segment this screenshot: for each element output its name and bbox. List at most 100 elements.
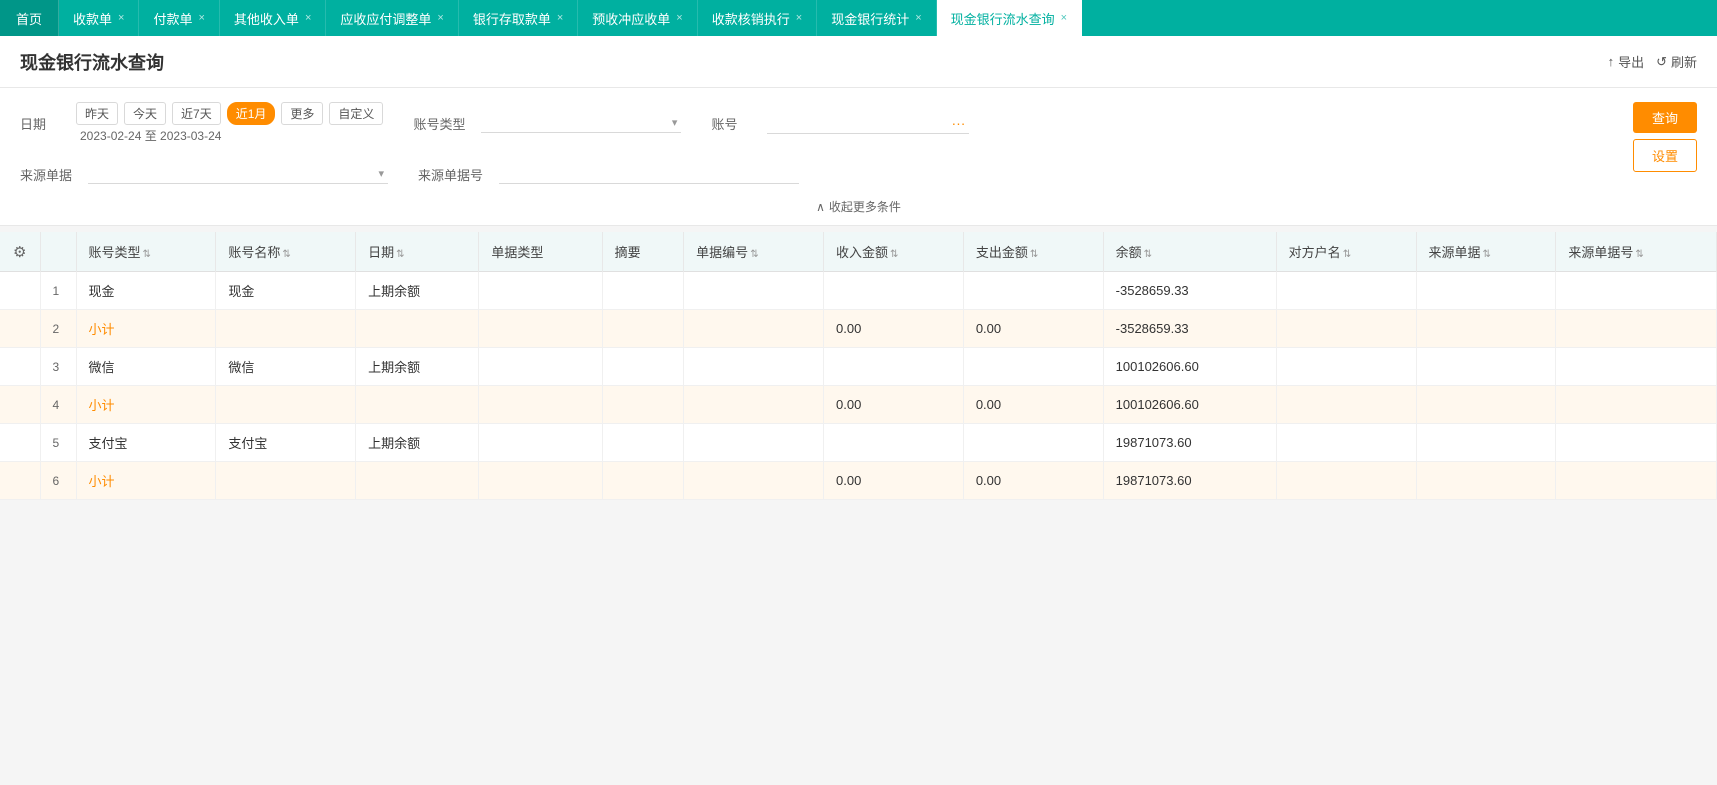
col-account-type-header[interactable]: 账号类型⇅ xyxy=(76,232,216,272)
tab-writeoff[interactable]: 收款核销执行 × xyxy=(698,0,817,36)
tab-bank-deposit[interactable]: 银行存取款单 × xyxy=(459,0,578,36)
income-cell: 0.00 xyxy=(824,310,964,348)
account-type-select[interactable]: 现金 微信 支付宝 xyxy=(481,113,681,132)
account-type-cell: 现金 xyxy=(76,272,216,310)
col-date-header[interactable]: 日期⇅ xyxy=(356,232,479,272)
expense-cell xyxy=(963,272,1103,310)
index-cell: 6 xyxy=(40,462,76,500)
date-more[interactable]: 更多 xyxy=(281,102,323,125)
tab-advance[interactable]: 预收冲应收单 × xyxy=(578,0,697,36)
col-doc-type-header[interactable]: 单据类型 xyxy=(479,232,602,272)
source-doc-cell xyxy=(1416,386,1556,424)
account-name-cell xyxy=(216,386,356,424)
sort-icon: ⇅ xyxy=(1343,249,1351,260)
tab-other-income[interactable]: 其他收入单 × xyxy=(220,0,326,36)
close-icon[interactable]: × xyxy=(1061,12,1067,24)
sort-icon: ⇅ xyxy=(143,249,151,260)
chevron-up-icon: ∧ xyxy=(816,200,825,214)
table-row: 5支付宝支付宝上期余额19871073.60 xyxy=(0,424,1717,462)
close-icon[interactable]: × xyxy=(437,12,443,24)
export-button[interactable]: ↑ 导出 xyxy=(1608,52,1645,71)
source-doc-cell xyxy=(1416,272,1556,310)
index-cell: 4 xyxy=(40,386,76,424)
account-type-cell: 微信 xyxy=(76,348,216,386)
counterpart-cell xyxy=(1276,348,1416,386)
source-doc-no-cell xyxy=(1556,348,1717,386)
doc-no-cell xyxy=(684,462,824,500)
summary-cell xyxy=(602,272,684,310)
nav-home[interactable]: 首页 xyxy=(0,0,59,36)
close-icon[interactable]: × xyxy=(796,12,802,24)
date-yesterday[interactable]: 昨天 xyxy=(76,102,118,125)
summary-cell xyxy=(602,386,684,424)
data-table: ⚙ 账号类型⇅ 账号名称⇅ 日期⇅ 单据类型 摘要 单据编号⇅ 收入金 xyxy=(0,232,1717,500)
page-header: 现金银行流水查询 ↑ 导出 ↺ 刷新 xyxy=(0,36,1717,88)
column-settings-icon[interactable]: ⚙ xyxy=(13,244,26,261)
top-nav: 首页 收款单 × 付款单 × 其他收入单 × 应收应付调整单 × 银行存取款单 … xyxy=(0,0,1717,36)
date-cell xyxy=(356,462,479,500)
col-expense-header[interactable]: 支出金额⇅ xyxy=(963,232,1103,272)
table-row: 1现金现金上期余额-3528659.33 xyxy=(0,272,1717,310)
account-no-input[interactable] xyxy=(771,115,947,130)
date-custom[interactable]: 自定义 xyxy=(329,102,383,125)
settings-cell xyxy=(0,310,40,348)
account-name-cell: 微信 xyxy=(216,348,356,386)
settings-button[interactable]: 设置 xyxy=(1633,139,1697,172)
col-source-doc-no-header[interactable]: 来源单据号⇅ xyxy=(1556,232,1717,272)
doc-type-cell xyxy=(479,462,602,500)
settings-cell xyxy=(0,424,40,462)
refresh-icon: ↺ xyxy=(1656,54,1667,70)
date-7days[interactable]: 近7天 xyxy=(172,102,221,125)
doc-type-cell xyxy=(479,348,602,386)
sort-icon: ⇅ xyxy=(1635,249,1643,260)
balance-cell: -3528659.33 xyxy=(1103,272,1276,310)
col-account-name-header[interactable]: 账号名称⇅ xyxy=(216,232,356,272)
balance-cell: 19871073.60 xyxy=(1103,424,1276,462)
tab-receipt[interactable]: 收款单 × xyxy=(59,0,139,36)
source-doc-no-input[interactable] xyxy=(499,164,799,184)
doc-type-cell xyxy=(479,386,602,424)
account-type-cell: 小计 xyxy=(76,386,216,424)
date-cell: 上期余额 xyxy=(356,272,479,310)
settings-cell xyxy=(0,348,40,386)
expense-cell: 0.00 xyxy=(963,310,1103,348)
close-icon[interactable]: × xyxy=(118,12,124,24)
col-balance-header[interactable]: 余额⇅ xyxy=(1103,232,1276,272)
income-cell: 0.00 xyxy=(824,462,964,500)
filter-area: 日期 昨天 今天 近7天 近1月 更多 自定义 2023-02-24 至 202… xyxy=(0,88,1717,226)
tab-bank-stat[interactable]: 现金银行统计 × xyxy=(817,0,936,36)
close-icon[interactable]: × xyxy=(557,12,563,24)
col-summary-header[interactable]: 摘要 xyxy=(602,232,684,272)
tab-adjustment[interactable]: 应收应付调整单 × xyxy=(326,0,458,36)
counterpart-cell xyxy=(1276,310,1416,348)
col-source-doc-header[interactable]: 来源单据⇅ xyxy=(1416,232,1556,272)
header-actions: ↑ 导出 ↺ 刷新 xyxy=(1608,52,1697,71)
col-settings-header[interactable]: ⚙ xyxy=(0,232,40,272)
source-doc-select-wrapper: ▾ xyxy=(88,164,388,184)
sort-icon: ⇅ xyxy=(1483,249,1491,260)
collapse-filters-button[interactable]: ∧ 收起更多条件 xyxy=(816,198,901,215)
close-icon[interactable]: × xyxy=(915,12,921,24)
col-counterpart-header[interactable]: 对方户名⇅ xyxy=(1276,232,1416,272)
counterpart-cell xyxy=(1276,462,1416,500)
tab-bank-flow[interactable]: 现金银行流水查询 × xyxy=(937,0,1082,36)
tab-payment[interactable]: 付款单 × xyxy=(139,0,219,36)
close-icon[interactable]: × xyxy=(198,12,204,24)
date-today[interactable]: 今天 xyxy=(124,102,166,125)
col-doc-no-header[interactable]: 单据编号⇅ xyxy=(684,232,824,272)
doc-no-cell xyxy=(684,310,824,348)
income-cell xyxy=(824,424,964,462)
summary-cell xyxy=(602,424,684,462)
doc-type-cell xyxy=(479,424,602,462)
date-1month[interactable]: 近1月 xyxy=(227,102,276,125)
close-icon[interactable]: × xyxy=(676,12,682,24)
refresh-button[interactable]: ↺ 刷新 xyxy=(1656,52,1697,71)
settings-cell xyxy=(0,272,40,310)
summary-cell xyxy=(602,310,684,348)
account-no-ellipsis-button[interactable]: ··· xyxy=(951,115,965,131)
source-doc-select[interactable] xyxy=(88,164,388,183)
query-button[interactable]: 查询 xyxy=(1633,102,1697,133)
close-icon[interactable]: × xyxy=(305,12,311,24)
col-income-header[interactable]: 收入金额⇅ xyxy=(824,232,964,272)
source-doc-no-cell xyxy=(1556,386,1717,424)
